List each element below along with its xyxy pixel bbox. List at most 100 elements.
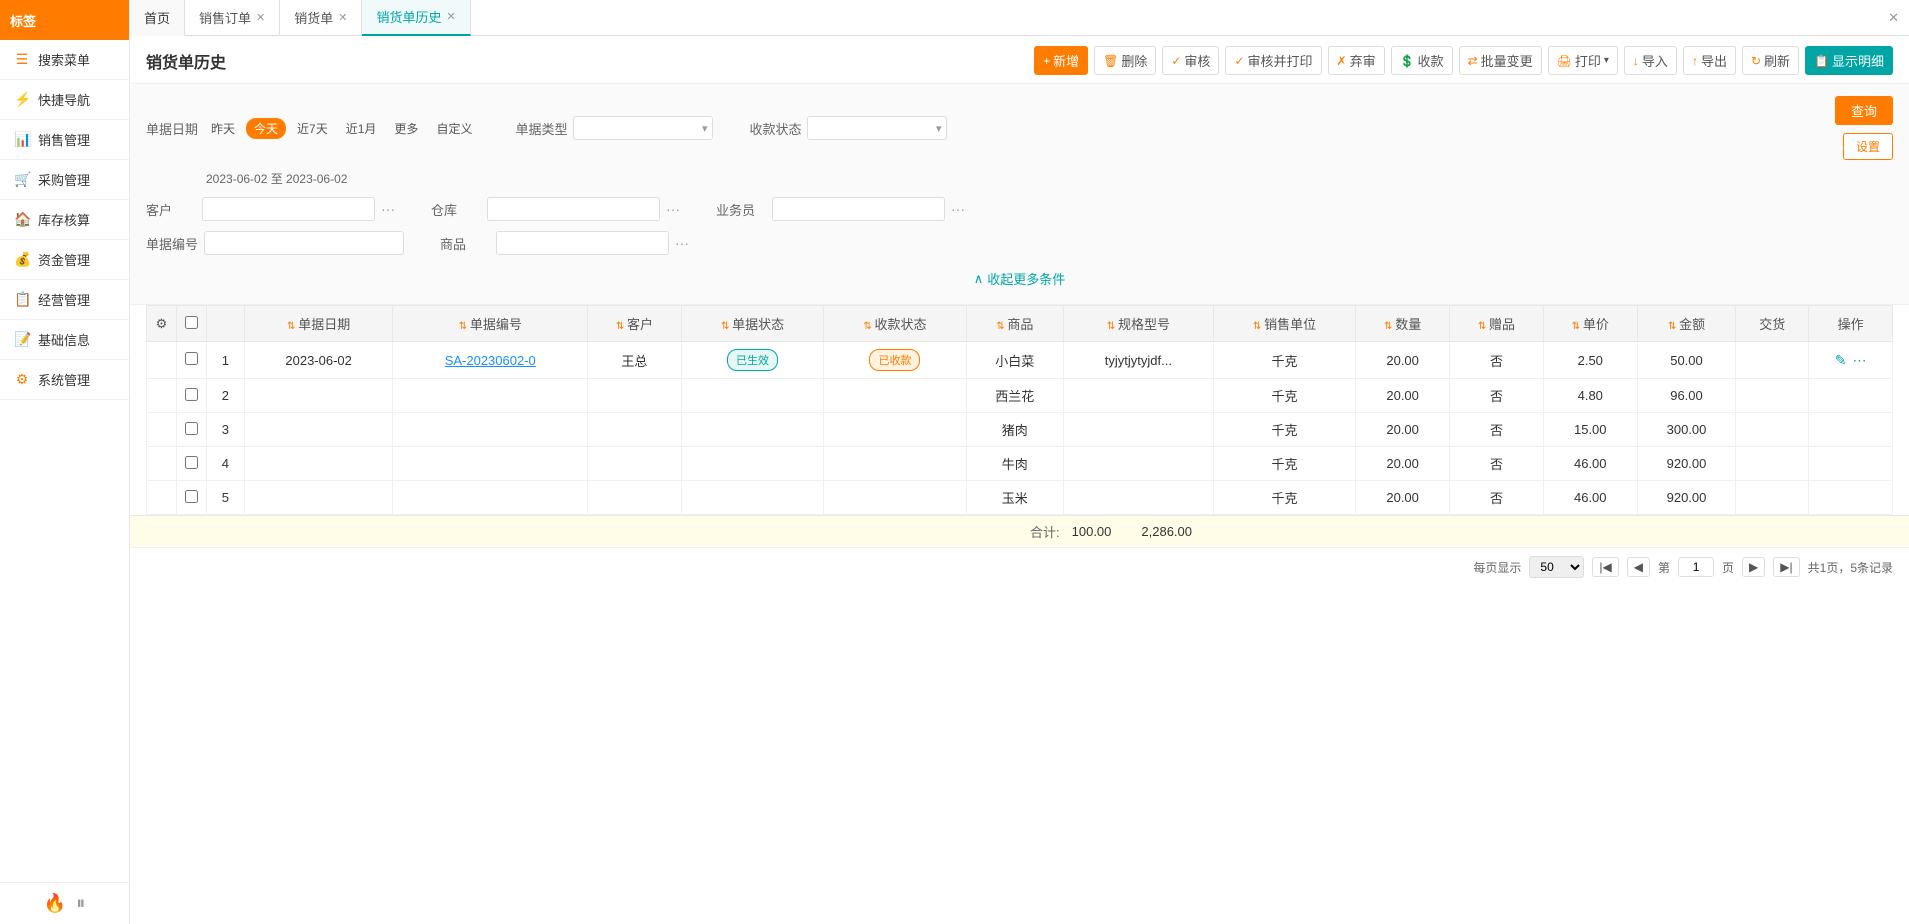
- sidebar-item-search-menu[interactable]: ☰ 搜索菜单: [0, 40, 129, 80]
- refresh-button[interactable]: ↻ 刷新: [1742, 46, 1799, 75]
- row-checkbox[interactable]: [185, 352, 198, 365]
- select-all-checkbox[interactable]: [185, 316, 198, 329]
- row-checkbox[interactable]: [185, 422, 198, 435]
- cell-trade: [1736, 413, 1809, 447]
- receipt-label: 收款: [1418, 51, 1444, 70]
- discard-button[interactable]: ✗ 弃审: [1328, 46, 1385, 75]
- warehouse-input[interactable]: [487, 197, 660, 221]
- cell-docno[interactable]: SA-20230602-0: [393, 342, 588, 379]
- pagination-bar: 每页显示 50 100 200 |◀ ◀ 第 页 ▶ ▶| 共1页，5条记录: [130, 547, 1909, 586]
- new-button[interactable]: + 新增: [1034, 46, 1088, 75]
- receipt-button[interactable]: 💲 收款: [1391, 46, 1453, 75]
- docno-label: 单据编号: [146, 234, 198, 253]
- sidebar-item-finance[interactable]: 💰 资金管理: [0, 240, 129, 280]
- query-button[interactable]: 查询: [1835, 96, 1893, 125]
- col-amount[interactable]: 金额: [1637, 306, 1736, 342]
- audit-print-button[interactable]: ✓ 审核并打印: [1225, 46, 1321, 75]
- cell-checkbox[interactable]: [177, 413, 207, 447]
- doctype-select[interactable]: [573, 116, 713, 140]
- cell-checkbox[interactable]: [177, 379, 207, 413]
- col-gear[interactable]: ⚙: [147, 306, 177, 342]
- cell-checkbox[interactable]: [177, 447, 207, 481]
- date-btn-custom[interactable]: 自定义: [429, 117, 479, 140]
- sidebar-item-ops[interactable]: 📋 经营管理: [0, 280, 129, 320]
- tab-sales-order[interactable]: 销售订单 ✕: [185, 0, 280, 36]
- cell-gift: 否: [1450, 413, 1544, 447]
- staff-input[interactable]: [772, 197, 945, 221]
- docno-input[interactable]: [204, 231, 404, 255]
- collapse-button[interactable]: ∧ 收起更多条件: [974, 269, 1066, 288]
- doc-no-link[interactable]: SA-20230602-0: [445, 353, 536, 368]
- action-icons: ✎ ⋯: [1815, 352, 1886, 369]
- date-btn-7days[interactable]: 近7天: [290, 117, 335, 140]
- tab-sales-delivery-close[interactable]: ✕: [338, 11, 347, 24]
- cell-goods: 牛肉: [966, 447, 1063, 481]
- next-page-button[interactable]: ▶: [1742, 557, 1765, 577]
- col-checkbox[interactable]: [177, 306, 207, 342]
- collapse-label: 收起更多条件: [987, 269, 1065, 288]
- customer-dots[interactable]: ···: [381, 201, 395, 217]
- prev-page-button[interactable]: ◀: [1627, 557, 1650, 577]
- show-detail-button[interactable]: 📋 显示明细: [1805, 46, 1893, 75]
- tab-bar-close-all[interactable]: ✕: [1878, 10, 1909, 26]
- search-menu-icon: ☰: [14, 51, 30, 68]
- settings-button[interactable]: 设置: [1843, 133, 1893, 160]
- sidebar-item-sales-mgmt[interactable]: 📊 销售管理: [0, 120, 129, 160]
- import-button[interactable]: ↓ 导入: [1624, 46, 1677, 75]
- sidebar-fire-icon[interactable]: 🔥: [44, 893, 66, 914]
- goods-input[interactable]: [496, 231, 669, 255]
- cell-docdate: [244, 413, 393, 447]
- edit-icon[interactable]: ✎: [1835, 352, 1847, 369]
- batch-change-button[interactable]: ⇄ 批量变更: [1459, 46, 1542, 75]
- cell-checkbox[interactable]: [177, 342, 207, 379]
- row-checkbox[interactable]: [185, 456, 198, 469]
- goods-dots[interactable]: ···: [675, 235, 689, 251]
- warehouse-dots[interactable]: ···: [666, 201, 680, 217]
- last-page-button[interactable]: ▶|: [1773, 557, 1799, 577]
- payment-status-select[interactable]: [807, 116, 947, 140]
- audit-button[interactable]: ✓ 审核: [1162, 46, 1219, 75]
- tab-sales-history[interactable]: 销货单历史 ✕: [362, 0, 470, 36]
- cell-rowno: 3: [207, 413, 245, 447]
- col-unitprice[interactable]: 单价: [1543, 306, 1637, 342]
- col-docstatus[interactable]: 单据状态: [681, 306, 823, 342]
- print-button[interactable]: 🖨 打印 ▾: [1548, 46, 1618, 75]
- customer-input[interactable]: [202, 197, 375, 221]
- date-btn-yesterday[interactable]: 昨天: [204, 117, 242, 140]
- filter-docno: 单据编号: [146, 231, 404, 255]
- audit-icon: ✓: [1171, 54, 1181, 68]
- page-number-input[interactable]: [1678, 557, 1714, 577]
- col-qty[interactable]: 数量: [1356, 306, 1450, 342]
- col-docno[interactable]: 单据编号: [393, 306, 588, 342]
- sidebar-item-inventory[interactable]: 🏠 库存核算: [0, 200, 129, 240]
- tab-sales-history-close[interactable]: ✕: [447, 10, 456, 23]
- page-size-select[interactable]: 50 100 200: [1529, 556, 1584, 578]
- sidebar-pause-icon[interactable]: ⏸: [76, 893, 85, 914]
- col-goods[interactable]: 商品: [966, 306, 1063, 342]
- row-checkbox[interactable]: [185, 490, 198, 503]
- export-button[interactable]: ↑ 导出: [1683, 46, 1736, 75]
- col-docdate[interactable]: 单据日期: [244, 306, 393, 342]
- col-unit[interactable]: 销售单位: [1213, 306, 1355, 342]
- col-gift[interactable]: 赠品: [1450, 306, 1544, 342]
- first-page-button[interactable]: |◀: [1592, 557, 1618, 577]
- more-action-icon[interactable]: ⋯: [1852, 352, 1866, 369]
- sidebar-item-quick-nav[interactable]: ⚡ 快捷导航: [0, 80, 129, 120]
- cell-checkbox[interactable]: [177, 481, 207, 515]
- tab-sales-order-close[interactable]: ✕: [256, 11, 265, 24]
- staff-dots[interactable]: ···: [951, 201, 965, 217]
- date-btn-1month[interactable]: 近1月: [339, 117, 384, 140]
- filter-customer: 客户 ···: [146, 197, 395, 221]
- sidebar-item-sys-mgmt[interactable]: ⚙ 系统管理: [0, 360, 129, 400]
- date-btn-today[interactable]: 今天: [246, 118, 286, 139]
- tab-home[interactable]: 首页: [130, 0, 185, 36]
- tab-sales-delivery[interactable]: 销货单 ✕: [280, 0, 362, 36]
- delete-button[interactable]: 🗑 删除: [1094, 46, 1156, 75]
- sidebar-item-basic-info[interactable]: 📝 基础信息: [0, 320, 129, 360]
- date-btn-more[interactable]: 更多: [387, 117, 425, 140]
- col-customer[interactable]: 客户: [588, 306, 682, 342]
- col-spec[interactable]: 规格型号: [1063, 306, 1213, 342]
- row-checkbox[interactable]: [185, 388, 198, 401]
- col-paymentstatus[interactable]: 收款状态: [824, 306, 966, 342]
- sidebar-item-purchase-mgmt[interactable]: 🛒 采购管理: [0, 160, 129, 200]
